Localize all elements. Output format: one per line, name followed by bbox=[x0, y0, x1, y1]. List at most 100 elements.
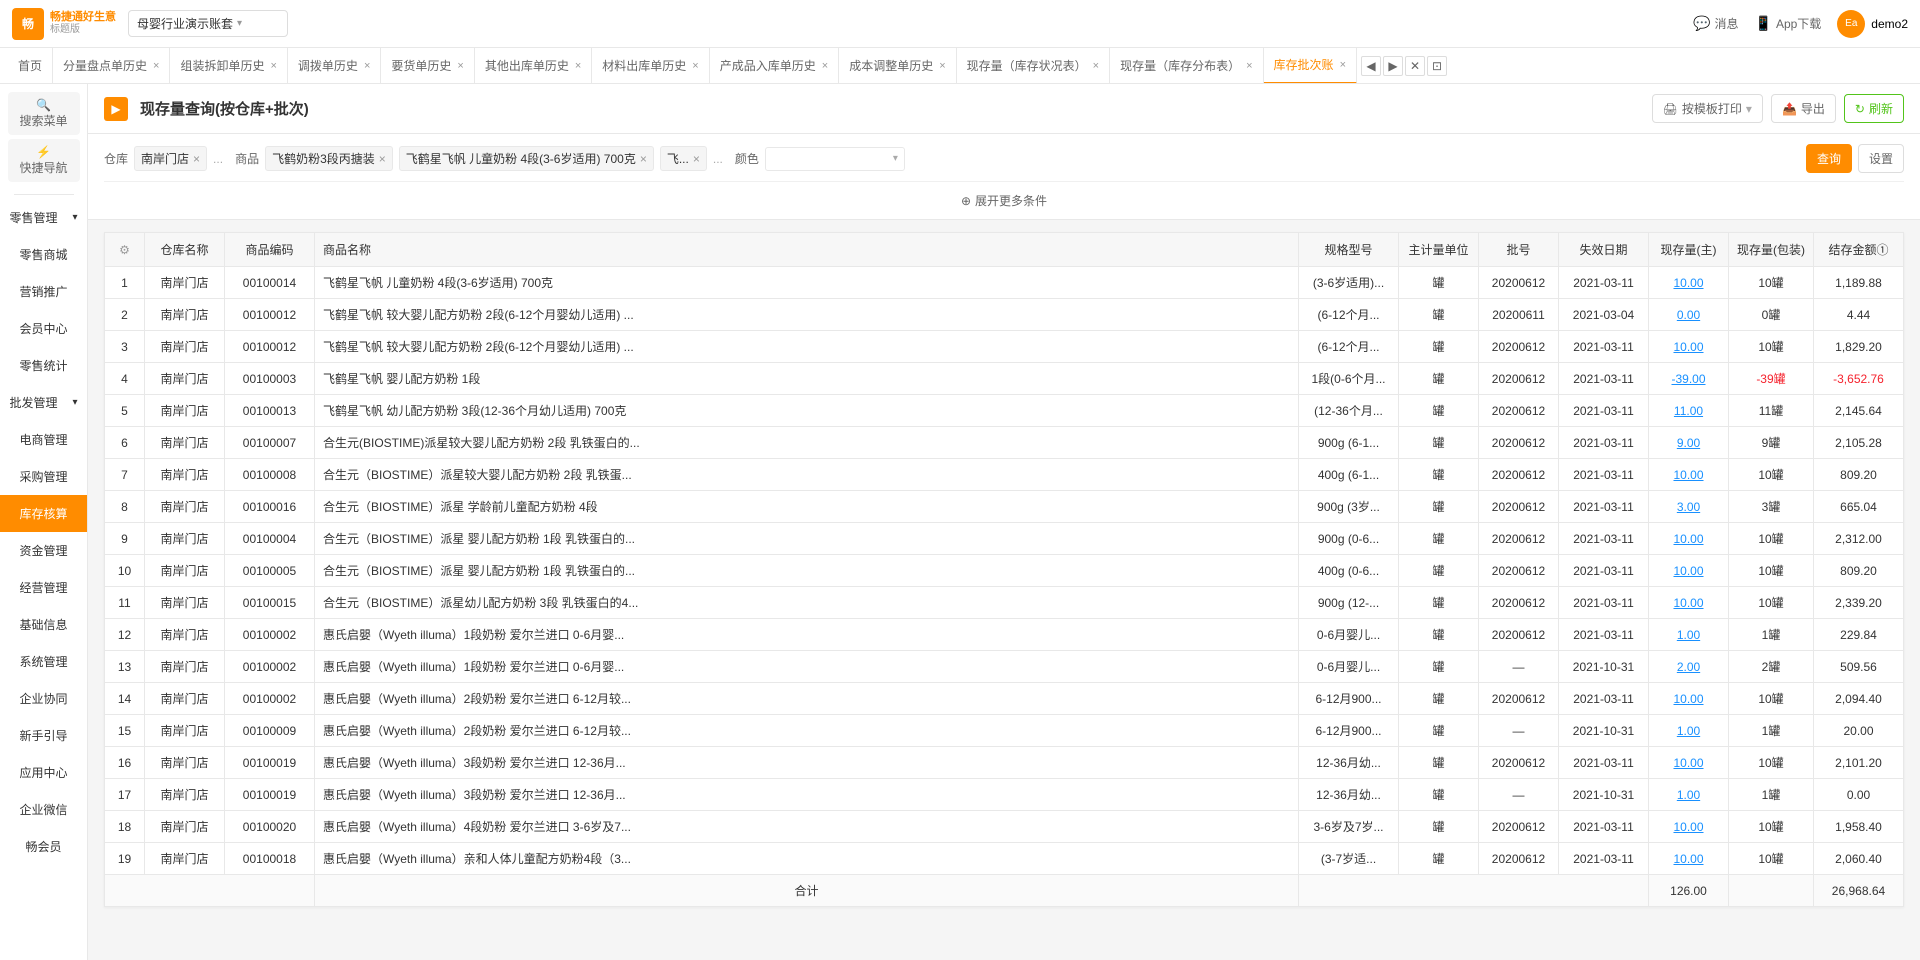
tab-9[interactable]: 现存量（库存状况表） × bbox=[957, 48, 1110, 84]
cell-qty[interactable]: 2.00 bbox=[1649, 651, 1729, 683]
tab-home[interactable]: 首页 bbox=[8, 48, 53, 84]
message-button[interactable]: 💬 消息 bbox=[1693, 15, 1738, 32]
app-download-button[interactable]: 📱 App下载 bbox=[1755, 15, 1822, 32]
cell-unit: 罐 bbox=[1399, 555, 1479, 587]
sidebar-item-ecommerce[interactable]: 电商管理 bbox=[0, 421, 88, 458]
sidebar-item-system[interactable]: 系统管理 bbox=[0, 643, 88, 680]
tab-3[interactable]: 调拨单历史 × bbox=[288, 48, 381, 84]
goods-filter-tag1[interactable]: 飞鹤奶粉3段丙搪装 × bbox=[265, 146, 393, 171]
tab-close-current[interactable]: ✕ bbox=[1405, 56, 1425, 76]
sidebar-item-purchase[interactable]: 采购管理 bbox=[0, 458, 88, 495]
tab-close-10[interactable]: × bbox=[1246, 60, 1252, 72]
query-button[interactable]: 查询 bbox=[1806, 144, 1852, 173]
goods-tag3-remove[interactable]: × bbox=[693, 152, 700, 166]
sidebar-item-retail-mgmt[interactable]: 零售管理 ▾ bbox=[0, 199, 88, 236]
sidebar-search[interactable]: 🔍 搜索菜单 bbox=[8, 92, 80, 135]
warehouse-filter-tag[interactable]: 南岸门店 × bbox=[134, 146, 207, 171]
sidebar-quick-nav[interactable]: ⚡ 快捷导航 bbox=[8, 139, 80, 182]
expand-sidebar-btn[interactable]: ▶ bbox=[104, 97, 128, 121]
cell-qty[interactable]: 0.00 bbox=[1649, 299, 1729, 331]
tab-close-4[interactable]: × bbox=[457, 60, 463, 72]
goods-filter-tag3[interactable]: 飞... × bbox=[660, 146, 707, 171]
goods-tag1-remove[interactable]: × bbox=[379, 152, 386, 166]
cell-seq: 2 bbox=[105, 299, 145, 331]
cell-seq: 15 bbox=[105, 715, 145, 747]
account-selector[interactable]: 母婴行业演示账套 ▾ bbox=[128, 10, 288, 37]
tab-close-2[interactable]: × bbox=[270, 60, 276, 72]
goods-filter-more[interactable]: ... bbox=[713, 152, 723, 166]
tab-1[interactable]: 分量盘点单历史 × bbox=[53, 48, 170, 84]
col-header-settings[interactable]: ⚙ bbox=[105, 233, 145, 267]
tab-close-3[interactable]: × bbox=[364, 60, 370, 72]
export-button[interactable]: 📤 导出 bbox=[1771, 94, 1836, 123]
warehouse-filter-more[interactable]: ... bbox=[213, 152, 223, 166]
tab-nav-left[interactable]: ◀ bbox=[1361, 56, 1381, 76]
cell-qty[interactable]: 10.00 bbox=[1649, 523, 1729, 555]
warehouse-tag-remove[interactable]: × bbox=[193, 152, 200, 166]
tab-4[interactable]: 要货单历史 × bbox=[381, 48, 474, 84]
tab-close-5[interactable]: × bbox=[575, 60, 581, 72]
table-row: 8 南岸门店 00100016 合生元（BIOSTIME）派星 学龄前儿童配方奶… bbox=[105, 491, 1904, 523]
tab-6[interactable]: 材料出库单历史 × bbox=[592, 48, 709, 84]
tab-close-1[interactable]: × bbox=[153, 60, 159, 72]
cell-qty[interactable]: -39.00 bbox=[1649, 363, 1729, 395]
cell-qty[interactable]: 10.00 bbox=[1649, 331, 1729, 363]
tab-7[interactable]: 产成品入库单历史 × bbox=[710, 48, 839, 84]
cell-qty[interactable]: 10.00 bbox=[1649, 587, 1729, 619]
top-header: 畅 畅捷通好生意 标题版 母婴行业演示账套 ▾ 💬 消息 📱 App下载 Ea … bbox=[0, 0, 1920, 48]
sidebar-item-collab[interactable]: 企业协同 bbox=[0, 680, 88, 717]
cell-qty[interactable]: 10.00 bbox=[1649, 683, 1729, 715]
cell-qty[interactable]: 10.00 bbox=[1649, 843, 1729, 875]
print-button[interactable]: 🖨 按模板打印 ▾ bbox=[1652, 94, 1763, 123]
goods-filter-tag2[interactable]: 飞鹤星飞帆 儿童奶粉 4段(3-6岁适用) 700克 × bbox=[399, 146, 654, 171]
cell-qty[interactable]: 10.00 bbox=[1649, 555, 1729, 587]
tab-close-11[interactable]: × bbox=[1340, 59, 1346, 71]
tab-5[interactable]: 其他出库单历史 × bbox=[475, 48, 592, 84]
tab-close-8[interactable]: × bbox=[939, 60, 945, 72]
sidebar-item-member[interactable]: 会员中心 bbox=[0, 310, 88, 347]
sidebar-item-wechat[interactable]: 企业微信 bbox=[0, 791, 88, 828]
cell-qty[interactable]: 10.00 bbox=[1649, 267, 1729, 299]
sidebar-item-vip[interactable]: 畅会员 bbox=[0, 828, 88, 865]
settings-icon[interactable]: ⚙ bbox=[119, 243, 130, 257]
settings-button[interactable]: 设置 bbox=[1858, 144, 1904, 173]
tab-nav-right[interactable]: ▶ bbox=[1383, 56, 1403, 76]
tab-close-6[interactable]: × bbox=[692, 60, 698, 72]
cell-qty[interactable]: 10.00 bbox=[1649, 459, 1729, 491]
sidebar-item-marketing[interactable]: 营销推广 bbox=[0, 273, 88, 310]
cell-qty[interactable]: 11.00 bbox=[1649, 395, 1729, 427]
tab-close-9[interactable]: × bbox=[1093, 60, 1099, 72]
sidebar-item-retail-shop[interactable]: 零售商城 bbox=[0, 236, 88, 273]
color-filter-input[interactable]: ▾ bbox=[765, 147, 905, 171]
sidebar-item-basics[interactable]: 基础信息 bbox=[0, 606, 88, 643]
refresh-button[interactable]: ↻ 刷新 bbox=[1844, 94, 1904, 123]
tab-menu[interactable]: ⊡ bbox=[1427, 56, 1447, 76]
sidebar-item-inventory[interactable]: 库存核算 bbox=[0, 495, 88, 532]
user-profile[interactable]: Ea demo2 bbox=[1837, 10, 1908, 38]
tab-10[interactable]: 现存量（库存分布表） × bbox=[1110, 48, 1263, 84]
cell-qty[interactable]: 1.00 bbox=[1649, 619, 1729, 651]
cell-qty[interactable]: 10.00 bbox=[1649, 811, 1729, 843]
cell-qty[interactable]: 3.00 bbox=[1649, 491, 1729, 523]
goods-tag2-remove[interactable]: × bbox=[640, 152, 647, 166]
expand-more-conditions-btn[interactable]: ⊕ 展开更多条件 bbox=[104, 192, 1904, 209]
sidebar-item-finance[interactable]: 资金管理 bbox=[0, 532, 88, 569]
cell-qty[interactable]: 9.00 bbox=[1649, 427, 1729, 459]
cell-batch: — bbox=[1479, 715, 1559, 747]
sidebar-item-operations[interactable]: 经营管理 bbox=[0, 569, 88, 606]
sidebar-item-newbie[interactable]: 新手引导 bbox=[0, 717, 88, 754]
sidebar-item-app-center[interactable]: 应用中心 bbox=[0, 754, 88, 791]
cell-qty[interactable]: 10.00 bbox=[1649, 747, 1729, 779]
print-dropdown-icon: ▾ bbox=[1746, 102, 1752, 116]
cell-code: 00100016 bbox=[225, 491, 315, 523]
filter-warehouse-group: 仓库 南岸门店 × ... bbox=[104, 146, 223, 171]
tab-11-active[interactable]: 库存批次账 × bbox=[1264, 48, 1357, 84]
cell-qty[interactable]: 1.00 bbox=[1649, 779, 1729, 811]
cell-qty[interactable]: 1.00 bbox=[1649, 715, 1729, 747]
tab-close-7[interactable]: × bbox=[822, 60, 828, 72]
sidebar-item-retail-stats[interactable]: 零售统计 bbox=[0, 347, 88, 384]
tab-2[interactable]: 组装拆卸单历史 × bbox=[170, 48, 287, 84]
sidebar-item-wholesale[interactable]: 批发管理 ▾ bbox=[0, 384, 88, 421]
cell-seq: 13 bbox=[105, 651, 145, 683]
tab-8[interactable]: 成本调整单历史 × bbox=[839, 48, 956, 84]
